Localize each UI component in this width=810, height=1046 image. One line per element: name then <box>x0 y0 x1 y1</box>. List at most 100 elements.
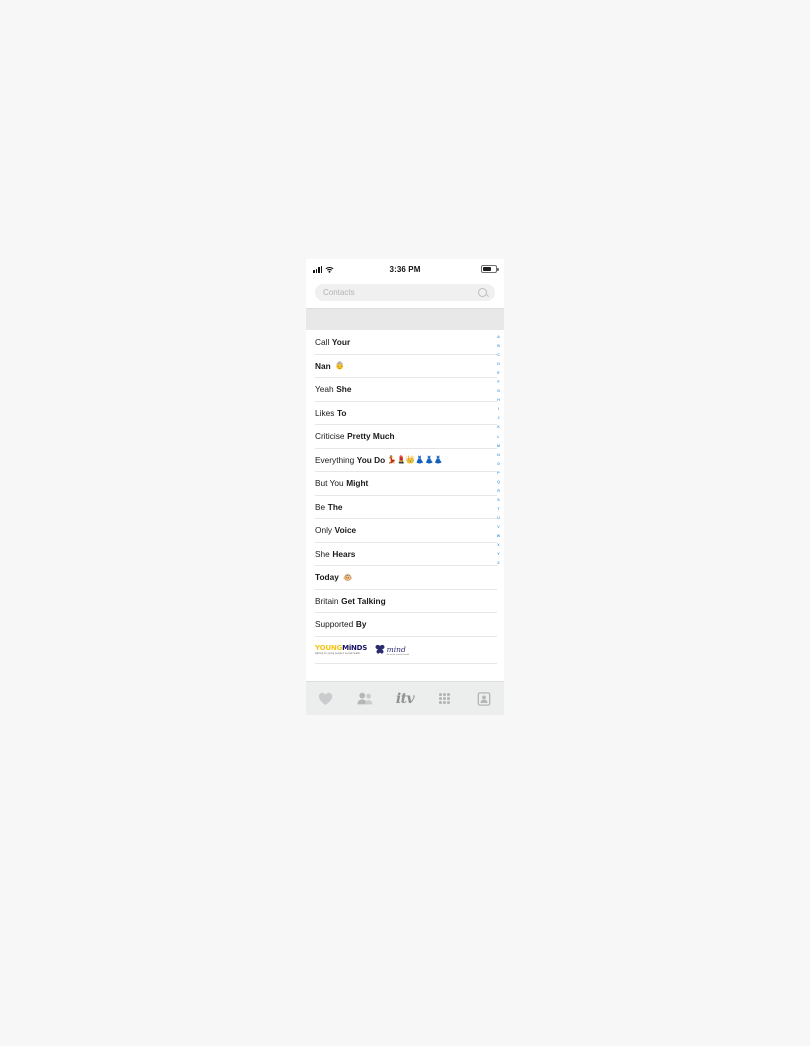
youngminds-word-minds: MiNDS <box>342 643 368 652</box>
alphabet-index-letter[interactable]: C <box>497 351 500 360</box>
alphabet-index-letter[interactable]: M <box>497 442 500 451</box>
alphabet-index-letter[interactable]: W <box>497 532 500 541</box>
contact-row[interactable]: Be The <box>315 496 497 519</box>
itv-logo: itv <box>395 690 415 707</box>
search-icon <box>478 288 487 297</box>
contact-last-name: She <box>336 384 352 395</box>
alphabet-index-letter[interactable]: N <box>497 451 500 460</box>
tab-keypad[interactable] <box>425 682 465 715</box>
alphabet-index-letter[interactable]: D <box>497 360 500 369</box>
alphabet-index-letter[interactable]: X <box>497 541 499 550</box>
alphabet-index-letter[interactable]: G <box>497 387 500 396</box>
alphabet-index-letter[interactable]: S <box>497 496 499 505</box>
status-bar-left <box>313 265 334 273</box>
contact-last-name: Voice <box>334 525 357 536</box>
contact-row[interactable]: Today 🐵 <box>315 566 497 590</box>
alphabet-index-letter[interactable]: I <box>498 405 499 414</box>
alphabet-index-letter[interactable]: T <box>497 505 499 514</box>
tab-favourites[interactable] <box>306 682 346 715</box>
youngminds-word-young: YOUNG <box>315 643 343 652</box>
contact-row[interactable]: But You Might <box>315 472 497 496</box>
contact-row[interactable]: Everything You Do 💃💄👑👗👗👗 <box>315 449 497 472</box>
contact-row[interactable]: Nan 👵 <box>315 355 497 378</box>
search-input[interactable] <box>323 288 478 297</box>
contact-last-name: Hears <box>332 548 356 559</box>
contact-first-name: Criticise <box>315 431 345 442</box>
contact-last-name: Your <box>331 337 351 348</box>
contact-row[interactable]: Likes To <box>315 402 497 425</box>
alphabet-index-letter[interactable]: P <box>497 469 499 478</box>
contact-first-name: Everything <box>315 454 355 465</box>
mind-word: mind <box>386 644 406 654</box>
tab-itv-home[interactable]: itv <box>385 682 425 715</box>
alphabet-index-letter[interactable]: B <box>497 342 500 351</box>
contact-first-name: Today <box>315 572 339 583</box>
contact-last-name: To <box>336 407 347 418</box>
url-campaign: BritainGetTalking <box>347 670 416 671</box>
contact-row[interactable]: Criticise Pretty Much <box>315 425 497 449</box>
alphabet-index-letter[interactable]: R <box>497 487 500 496</box>
status-bar-right <box>481 265 499 273</box>
contact-first-name: She <box>315 548 330 559</box>
keypad-icon <box>439 693 451 704</box>
contact-first-name: Nan <box>315 360 331 371</box>
contact-row[interactable]: Britain Get Talking <box>315 590 497 613</box>
contact-first-name: But You <box>315 478 344 489</box>
contact-first-name: Only <box>315 525 333 536</box>
search-field[interactable] <box>315 284 495 301</box>
alphabet-index-letter[interactable]: Q <box>497 478 500 487</box>
tab-groups[interactable] <box>346 682 386 715</box>
contact-list-container[interactable]: A B C D E F G H I J K L M N O P Q R S T … <box>306 331 504 671</box>
contact-emoji: 👵 <box>335 361 345 371</box>
contact-last-name: You Do <box>356 454 386 465</box>
alphabet-index-letter[interactable]: K <box>497 423 500 432</box>
wifi-icon <box>325 266 334 273</box>
status-bar: 3:36 PM <box>306 259 504 279</box>
mind-logo: mind for better mental health <box>375 644 410 656</box>
contact-row[interactable]: She Hears <box>315 543 497 566</box>
contact-first-name: Be <box>315 501 326 512</box>
url-prefix: ITV.com/ <box>315 670 347 671</box>
contact-last-name: Might <box>346 478 369 489</box>
mind-butterfly-icon <box>375 645 385 654</box>
status-bar-time: 3:36 PM <box>389 264 421 274</box>
contact-row[interactable]: Call Your <box>315 331 497 355</box>
contact-row[interactable]: Only Voice <box>315 519 497 543</box>
alphabet-index[interactable]: A B C D E F G H I J K L M N O P Q R S T … <box>494 333 503 568</box>
alphabet-index-letter[interactable]: Z <box>497 559 499 568</box>
alphabet-index-letter[interactable]: O <box>497 460 500 469</box>
heart-icon <box>319 692 333 705</box>
people-icon <box>357 692 373 705</box>
contact-emoji: 🐵 <box>343 572 353 582</box>
contact-first-name: Call <box>315 337 330 348</box>
phone-screen: 3:36 PM A B C D E F G H I J K L M N <box>306 259 504 715</box>
alphabet-index-letter[interactable]: L <box>497 433 499 442</box>
contact-first-name: Supported <box>315 619 354 630</box>
contact-first-name: Yeah <box>315 384 334 395</box>
youngminds-logo: YOUNGMiNDS fighting for young people's m… <box>315 643 368 655</box>
contact-last-name: Get Talking <box>341 595 386 606</box>
contact-row[interactable]: Supported By <box>315 613 497 637</box>
battery-icon <box>481 265 499 273</box>
url-row[interactable]: ITV.com/BritainGetTalking <box>315 664 497 671</box>
mind-tagline: for better mental health <box>386 654 410 656</box>
search-area <box>306 279 504 308</box>
alphabet-index-letter[interactable]: A <box>497 333 500 342</box>
alphabet-index-letter[interactable]: E <box>497 369 499 378</box>
section-header-band <box>306 308 504 331</box>
alphabet-index-letter[interactable]: F <box>497 378 499 387</box>
contact-last-name: The <box>327 501 343 512</box>
contact-first-name: Likes <box>315 407 335 418</box>
tab-bar: itv <box>306 681 504 715</box>
contact-first-name: Britain <box>315 595 339 606</box>
alphabet-index-letter[interactable]: V <box>497 523 499 532</box>
contacts-card-icon <box>477 691 491 706</box>
alphabet-index-letter[interactable]: H <box>497 396 500 405</box>
alphabet-index-letter[interactable]: U <box>497 514 500 523</box>
youngminds-tagline: fighting for young people's mental healt… <box>315 651 360 655</box>
alphabet-index-letter[interactable]: J <box>498 414 500 423</box>
tab-contacts[interactable] <box>464 682 504 715</box>
alphabet-index-letter[interactable]: Y <box>497 550 499 559</box>
sponsor-logos-row[interactable]: YOUNGMiNDS fighting for young people's m… <box>315 637 497 664</box>
contact-row[interactable]: Yeah She <box>315 378 497 402</box>
